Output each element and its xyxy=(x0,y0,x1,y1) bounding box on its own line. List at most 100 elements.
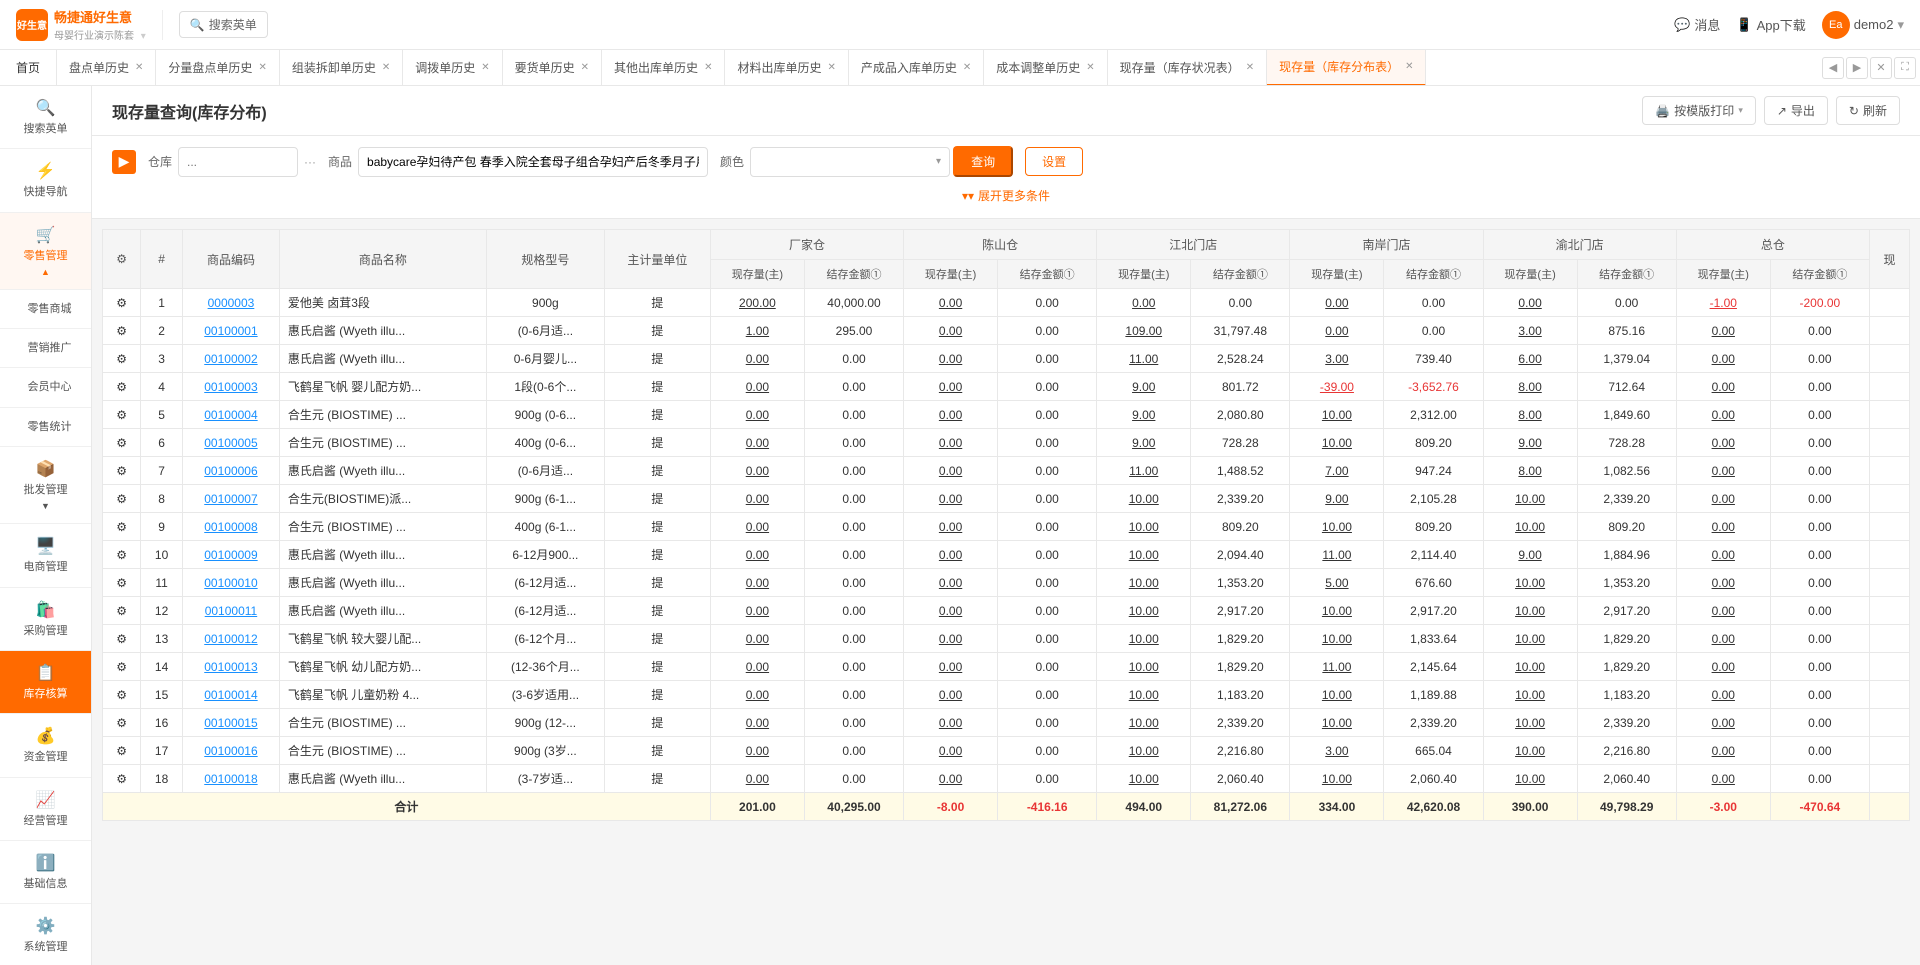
close-icon[interactable]: ✕ xyxy=(382,62,390,73)
row-chen-stock[interactable]: 0.00 xyxy=(904,597,998,625)
row-jb-stock[interactable]: 10.00 xyxy=(1097,485,1191,513)
sidebar-item-inventory[interactable]: 📋 库存核算 xyxy=(0,651,91,714)
row-fac-stock[interactable]: 0.00 xyxy=(710,513,804,541)
row-fac-stock[interactable]: 0.00 xyxy=(710,541,804,569)
app-download-button[interactable]: 📱 App下载 xyxy=(1736,15,1805,34)
row-na-stock[interactable]: 11.00 xyxy=(1290,653,1384,681)
sidebar-item-operations[interactable]: 📈 经营管理 xyxy=(0,778,91,841)
close-icon[interactable]: ✕ xyxy=(1405,61,1413,72)
tab-material-out[interactable]: 材料出库单历史 ✕ xyxy=(725,50,848,86)
row-jb-stock[interactable]: 10.00 xyxy=(1097,513,1191,541)
row-tot-stock[interactable]: 0.00 xyxy=(1676,485,1770,513)
row-fac-stock[interactable]: 0.00 xyxy=(710,625,804,653)
prev-tab-button[interactable]: ◀ xyxy=(1822,57,1844,79)
close-icon[interactable]: ✕ xyxy=(827,62,835,73)
expand-more-button[interactable]: ▾▾ 展开更多条件 xyxy=(954,183,1058,208)
row-yb-stock[interactable]: 10.00 xyxy=(1483,653,1577,681)
row-code[interactable]: 00100006 xyxy=(183,457,280,485)
row-yb-stock[interactable]: 10.00 xyxy=(1483,737,1577,765)
tab-inventory-count[interactable]: 盘点单历史 ✕ xyxy=(57,50,156,86)
row-chen-stock[interactable]: 0.00 xyxy=(904,681,998,709)
row-na-stock[interactable]: 0.00 xyxy=(1290,289,1384,317)
row-na-stock[interactable]: 10.00 xyxy=(1290,709,1384,737)
query-button[interactable]: 查询 xyxy=(953,146,1013,177)
expand-filter-button[interactable]: ▶ xyxy=(112,150,136,174)
sidebar-item-retail[interactable]: 🛒 零售管理 ▲ xyxy=(0,213,91,290)
row-gear[interactable]: ⚙ xyxy=(103,681,141,709)
row-jb-stock[interactable]: 11.00 xyxy=(1097,457,1191,485)
sidebar-item-purchase[interactable]: 🛍️ 采购管理 xyxy=(0,588,91,651)
tab-cost-adjust[interactable]: 成本调整单历史 ✕ xyxy=(984,50,1107,86)
tab-partial-count[interactable]: 分量盘点单历史 ✕ xyxy=(156,50,279,86)
row-fac-stock[interactable]: 200.00 xyxy=(710,289,804,317)
row-na-stock[interactable]: 10.00 xyxy=(1290,597,1384,625)
row-gear[interactable]: ⚙ xyxy=(103,709,141,737)
row-gear[interactable]: ⚙ xyxy=(103,569,141,597)
row-jb-stock[interactable]: 10.00 xyxy=(1097,597,1191,625)
row-tot-stock[interactable]: 0.00 xyxy=(1676,737,1770,765)
sidebar-item-shop[interactable]: 零售商城 xyxy=(0,290,91,329)
export-button[interactable]: ↗ 导出 xyxy=(1764,96,1828,125)
row-yb-stock[interactable]: 8.00 xyxy=(1483,373,1577,401)
messages-button[interactable]: 💬 消息 xyxy=(1674,15,1720,34)
sidebar-item-nav[interactable]: ⚡ 快捷导航 xyxy=(0,149,91,212)
row-jb-stock[interactable]: 10.00 xyxy=(1097,765,1191,793)
row-code[interactable]: 00100005 xyxy=(183,429,280,457)
row-tot-stock[interactable]: 0.00 xyxy=(1676,345,1770,373)
row-na-stock[interactable]: 10.00 xyxy=(1290,513,1384,541)
row-na-stock[interactable]: 10.00 xyxy=(1290,765,1384,793)
row-gear[interactable]: ⚙ xyxy=(103,317,141,345)
row-jb-stock[interactable]: 10.00 xyxy=(1097,737,1191,765)
tab-stock-distribution[interactable]: 现存量（库存分布表） ✕ xyxy=(1267,50,1426,86)
row-chen-stock[interactable]: 0.00 xyxy=(904,373,998,401)
row-yb-stock[interactable]: 6.00 xyxy=(1483,345,1577,373)
row-fac-stock[interactable]: 0.00 xyxy=(710,345,804,373)
row-code[interactable]: 00100011 xyxy=(183,597,280,625)
row-na-stock[interactable]: 11.00 xyxy=(1290,541,1384,569)
row-jb-stock[interactable]: 0.00 xyxy=(1097,289,1191,317)
row-gear[interactable]: ⚙ xyxy=(103,429,141,457)
tab-transfer[interactable]: 调拨单历史 ✕ xyxy=(403,50,502,86)
row-chen-stock[interactable]: 0.00 xyxy=(904,485,998,513)
row-chen-stock[interactable]: 0.00 xyxy=(904,653,998,681)
row-code[interactable]: 0000003 xyxy=(183,289,280,317)
tab-order[interactable]: 要货单历史 ✕ xyxy=(503,50,602,86)
row-code[interactable]: 00100014 xyxy=(183,681,280,709)
row-fac-stock[interactable]: 0.00 xyxy=(710,709,804,737)
row-yb-stock[interactable]: 10.00 xyxy=(1483,681,1577,709)
refresh-button[interactable]: ↻ 刷新 xyxy=(1836,96,1900,125)
print-button[interactable]: 🖨️ 按模版打印 ▾ xyxy=(1642,96,1756,125)
close-icon[interactable]: ✕ xyxy=(1246,62,1254,73)
sidebar-item-basics[interactable]: ℹ️ 基础信息 xyxy=(0,841,91,904)
tab-outbound[interactable]: 其他出库单历史 ✕ xyxy=(602,50,725,86)
row-chen-stock[interactable]: 0.00 xyxy=(904,429,998,457)
next-tab-button[interactable]: ▶ xyxy=(1846,57,1868,79)
row-code[interactable]: 00100002 xyxy=(183,345,280,373)
row-na-stock[interactable]: 7.00 xyxy=(1290,457,1384,485)
row-code[interactable]: 00100004 xyxy=(183,401,280,429)
row-yb-stock[interactable]: 10.00 xyxy=(1483,709,1577,737)
row-fac-stock[interactable]: 1.00 xyxy=(710,317,804,345)
row-tot-stock[interactable]: 0.00 xyxy=(1676,541,1770,569)
row-jb-stock[interactable]: 10.00 xyxy=(1097,681,1191,709)
col-gear[interactable]: ⚙ xyxy=(103,230,141,289)
row-fac-stock[interactable]: 0.00 xyxy=(710,401,804,429)
row-fac-stock[interactable]: 0.00 xyxy=(710,597,804,625)
row-fac-stock[interactable]: 0.00 xyxy=(710,681,804,709)
row-tot-stock[interactable]: 0.00 xyxy=(1676,317,1770,345)
maximize-button[interactable]: ⛶ xyxy=(1894,57,1916,79)
row-na-stock[interactable]: 10.00 xyxy=(1290,681,1384,709)
tab-finished-goods[interactable]: 产成品入库单历史 ✕ xyxy=(849,50,984,86)
row-tot-stock[interactable]: 0.00 xyxy=(1676,457,1770,485)
row-gear[interactable]: ⚙ xyxy=(103,373,141,401)
row-gear[interactable]: ⚙ xyxy=(103,541,141,569)
row-gear[interactable]: ⚙ xyxy=(103,737,141,765)
row-fac-stock[interactable]: 0.00 xyxy=(710,429,804,457)
row-chen-stock[interactable]: 0.00 xyxy=(904,737,998,765)
row-jb-stock[interactable]: 10.00 xyxy=(1097,709,1191,737)
row-jb-stock[interactable]: 109.00 xyxy=(1097,317,1191,345)
row-chen-stock[interactable]: 0.00 xyxy=(904,289,998,317)
row-tot-stock[interactable]: 0.00 xyxy=(1676,597,1770,625)
sidebar-item-marketing[interactable]: 营销推广 xyxy=(0,329,91,368)
close-icon[interactable]: ✕ xyxy=(704,62,712,73)
